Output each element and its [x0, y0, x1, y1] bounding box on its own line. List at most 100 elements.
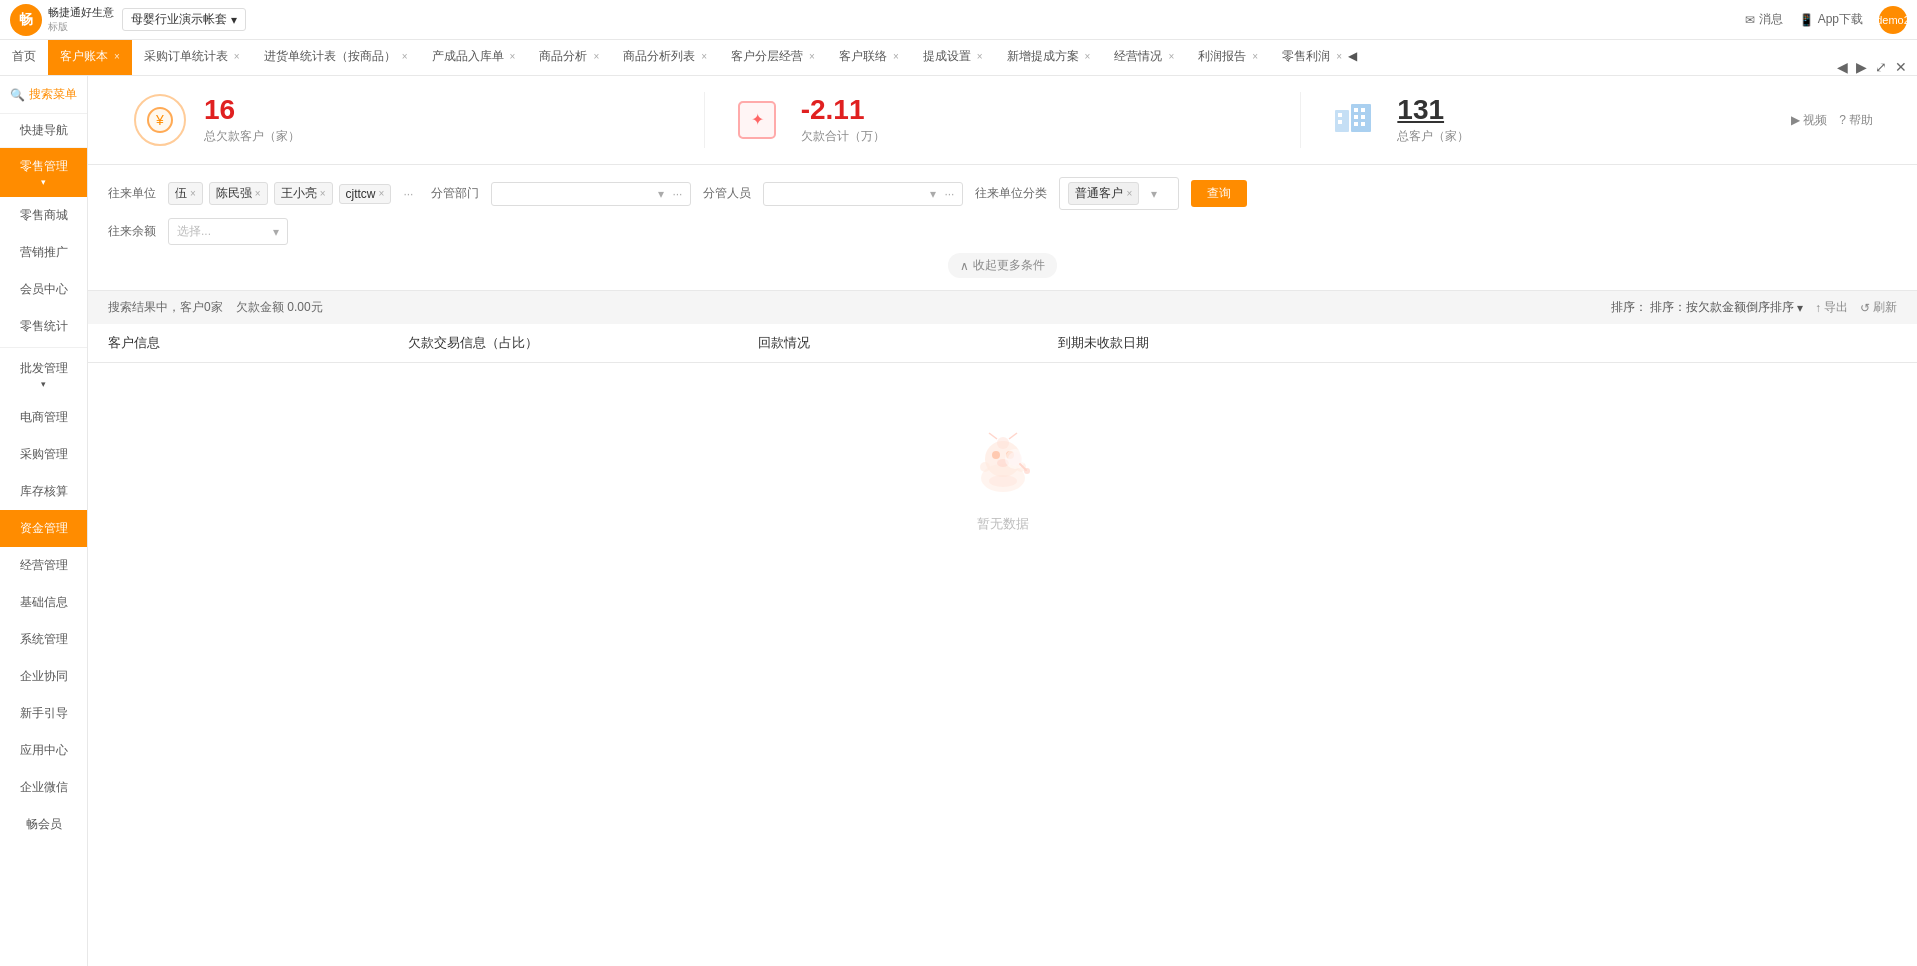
- close-icon[interactable]: ×: [809, 51, 815, 62]
- query-button[interactable]: 查询: [1191, 180, 1247, 207]
- sidebar-item-enterprise-wechat[interactable]: 企业微信: [0, 769, 87, 806]
- close-icon[interactable]: ×: [1168, 51, 1174, 62]
- svg-line-21: [1009, 433, 1017, 439]
- unit-class-filter-label: 往来单位分类: [975, 185, 1047, 202]
- sidebar-item-marketing[interactable]: 营销推广: [0, 234, 87, 271]
- tab-retail-profit[interactable]: 零售利润 × ◀: [1270, 40, 1369, 75]
- summary-cards: ¥ 16 总欠款客户（家） ✦: [88, 76, 1917, 165]
- sidebar-item-operations[interactable]: 经营管理: [0, 547, 87, 584]
- sidebar-item-ecommerce[interactable]: 电商管理: [0, 399, 87, 436]
- sidebar-item-system[interactable]: 系统管理: [0, 621, 87, 658]
- sidebar-item-purchase[interactable]: 采购管理: [0, 436, 87, 473]
- close-icon[interactable]: ×: [234, 51, 240, 62]
- total-customers-label: 总客户（家）: [1397, 128, 1469, 145]
- close-icon[interactable]: ×: [977, 51, 983, 62]
- video-icon: ▶: [1791, 113, 1800, 127]
- close-icon[interactable]: ×: [402, 51, 408, 62]
- export-button[interactable]: ↑ 导出: [1815, 299, 1848, 316]
- dept-select[interactable]: ▾ ···: [491, 182, 691, 206]
- result-actions: 排序： 排序：按欠款金额倒序排序 ▾ ↑ 导出 ↺ 刷新: [1611, 299, 1897, 316]
- svg-point-24: [989, 475, 1017, 487]
- dept-filter-label: 分管部门: [431, 185, 479, 202]
- sidebar-quick-nav[interactable]: 快捷导航: [0, 114, 87, 148]
- refresh-button[interactable]: ↺ 刷新: [1860, 299, 1897, 316]
- message-button[interactable]: ✉ 消息: [1745, 11, 1783, 28]
- close-icon[interactable]: ×: [1336, 51, 1342, 62]
- tab-accounts[interactable]: 客户账本 ×: [48, 40, 132, 75]
- industry-select[interactable]: 母婴行业演示帐套 ▾: [122, 8, 246, 31]
- close-icon[interactable]: ×: [701, 51, 707, 62]
- total-customers-value[interactable]: 131: [1397, 96, 1469, 124]
- avatar[interactable]: demo2: [1879, 6, 1907, 34]
- video-button[interactable]: ▶ 视频: [1791, 112, 1827, 129]
- logo-area: 畅 畅捷通好生意 标版: [10, 4, 114, 36]
- sort-select[interactable]: 排序： 排序：按欠款金额倒序排序 ▾: [1611, 299, 1803, 316]
- sidebar-item-enterprise[interactable]: 企业协同: [0, 658, 87, 695]
- tag-close-chen[interactable]: ×: [255, 188, 261, 199]
- tabs-next-button[interactable]: ▶: [1854, 59, 1869, 75]
- tab-stock-stat[interactable]: 进货单统计表（按商品） ×: [252, 40, 420, 75]
- balance-select[interactable]: 选择... ▾: [168, 218, 288, 245]
- tab-operation-status[interactable]: 经营情况 ×: [1102, 40, 1186, 75]
- svg-rect-6: [1338, 113, 1342, 117]
- tab-customer-layer[interactable]: 客户分层经营 ×: [719, 40, 827, 75]
- tab-promotion-settings[interactable]: 提成设置 ×: [911, 40, 995, 75]
- close-icon[interactable]: ×: [510, 51, 516, 62]
- tabs-maximize-button[interactable]: ⤢: [1873, 59, 1889, 75]
- help-button[interactable]: ? 帮助: [1839, 112, 1873, 129]
- overdue-customers-icon: ¥: [132, 92, 188, 148]
- overdue-amount-info: -2.11 欠款合计（万）: [801, 96, 885, 145]
- close-icon[interactable]: ×: [114, 51, 120, 62]
- svg-point-28: [1024, 468, 1030, 474]
- overdue-amount-value: -2.11: [801, 96, 885, 124]
- svg-rect-8: [1354, 108, 1358, 112]
- tag-close-unit-class[interactable]: ×: [1126, 188, 1132, 199]
- tab-purchase-order[interactable]: 采购订单统计表 ×: [132, 40, 252, 75]
- tab-cost-in[interactable]: 产成品入库单 ×: [420, 40, 528, 75]
- tab-home[interactable]: 首页: [0, 40, 48, 75]
- chevron-down-icon: ▾: [41, 177, 46, 187]
- sidebar-item-inventory[interactable]: 库存核算: [0, 473, 87, 510]
- sidebar-search[interactable]: 🔍 搜索菜单: [0, 76, 87, 114]
- tab-profit-report[interactable]: 利润报告 ×: [1186, 40, 1270, 75]
- tabs-close-all-button[interactable]: ✕: [1893, 59, 1909, 75]
- person-select[interactable]: ▾ ···: [763, 182, 963, 206]
- tag-close-wu[interactable]: ×: [190, 188, 196, 199]
- tag-close-wang[interactable]: ×: [320, 188, 326, 199]
- sidebar-item-member-plus[interactable]: 畅会员: [0, 806, 87, 843]
- unit-class-select[interactable]: 普通客户 × ▾: [1059, 177, 1179, 210]
- sidebar-item-finance[interactable]: 资金管理: [0, 510, 87, 547]
- sidebar: 🔍 搜索菜单 快捷导航 零售管理 ▾ 零售商城 营销推广 会员中心 零售统计 批…: [0, 76, 88, 966]
- sidebar-item-app-center[interactable]: 应用中心: [0, 732, 87, 769]
- help-icon: ?: [1839, 113, 1846, 127]
- close-icon[interactable]: ×: [593, 51, 599, 62]
- tag-close-cjttcw[interactable]: ×: [379, 188, 385, 199]
- sidebar-item-retail-mall[interactable]: 零售商城: [0, 197, 87, 234]
- balance-filter-label: 往来余额: [108, 223, 156, 240]
- tab-goods-analysis[interactable]: 商品分析 ×: [527, 40, 611, 75]
- col-overdue-info: 欠款交易信息（占比）: [408, 334, 758, 352]
- main-layout: 🔍 搜索菜单 快捷导航 零售管理 ▾ 零售商城 营销推广 会员中心 零售统计 批…: [0, 76, 1917, 966]
- tab-customer-contact[interactable]: 客户联络 ×: [827, 40, 911, 75]
- sidebar-item-members[interactable]: 会员中心: [0, 271, 87, 308]
- collapse-button[interactable]: ∧ 收起更多条件: [948, 253, 1057, 278]
- sidebar-item-batch-mgmt[interactable]: 批发管理▾: [0, 350, 87, 399]
- sidebar-item-basic-info[interactable]: 基础信息: [0, 584, 87, 621]
- svg-line-20: [989, 433, 997, 439]
- sidebar-item-retail-stats[interactable]: 零售统计: [0, 308, 87, 345]
- tab-new-promotion[interactable]: 新增提成方案 ×: [995, 40, 1103, 75]
- svg-rect-12: [1354, 122, 1358, 126]
- tab-goods-list[interactable]: 商品分析列表 ×: [611, 40, 719, 75]
- chevron-down-icon: ▾: [41, 379, 46, 389]
- top-bar-left: 畅 畅捷通好生意 标版 母婴行业演示帐套 ▾: [10, 4, 246, 36]
- tabs-prev-button[interactable]: ◀: [1835, 59, 1850, 75]
- sidebar-item-retail-mgmt[interactable]: 零售管理 ▾: [0, 148, 87, 197]
- total-customers-info: 131 总客户（家）: [1397, 96, 1469, 145]
- close-icon[interactable]: ×: [1085, 51, 1091, 62]
- close-icon[interactable]: ×: [1252, 51, 1258, 62]
- close-icon[interactable]: ×: [893, 51, 899, 62]
- sidebar-item-new-guide[interactable]: 新手引导: [0, 695, 87, 732]
- svg-text:✦: ✦: [750, 111, 763, 128]
- app-download-button[interactable]: 📱 App下载: [1799, 11, 1863, 28]
- filter-tag-more[interactable]: ···: [397, 185, 419, 203]
